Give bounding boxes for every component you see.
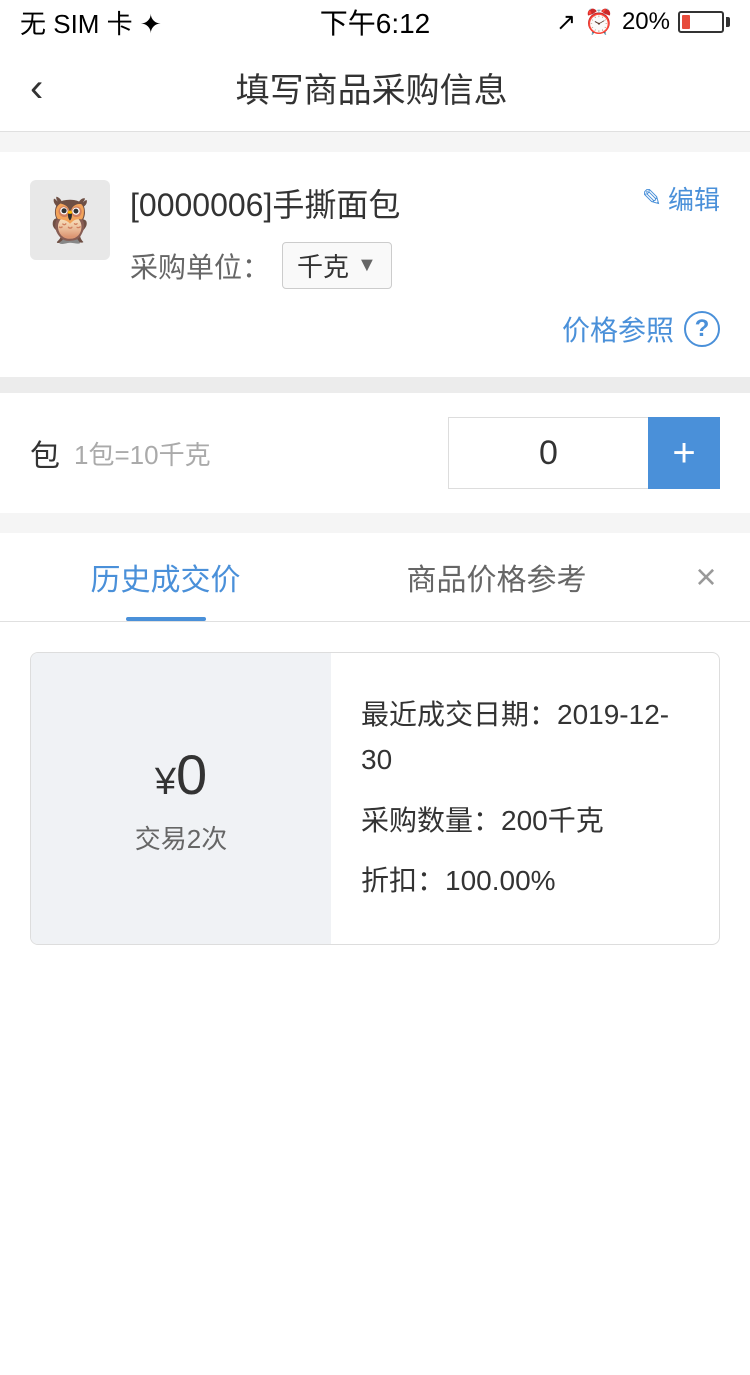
tabs-section: 历史成交价 商品价格参考 × ¥0 交易2次 最近成交日期：2019-12-30… (0, 533, 750, 975)
discount-value: 100.00% (445, 865, 556, 896)
status-time: 下午6:12 (320, 2, 431, 42)
price-card: ¥0 交易2次 最近成交日期：2019-12-30 采购数量：200千克 折扣：… (30, 652, 720, 945)
help-icon[interactable]: ? (684, 311, 720, 347)
quantity-unit-tag: 包 (30, 431, 60, 475)
unit-value: 千克 (297, 247, 349, 284)
battery-icon (678, 11, 730, 33)
discount-row: 折扣：100.00% (361, 859, 689, 904)
price-value: 0 (176, 743, 207, 806)
back-button[interactable]: ‹ (30, 68, 43, 108)
tab-history-price-label: 历史成交价 (91, 555, 241, 599)
tabs-close-button[interactable]: × (662, 533, 750, 621)
price-ref-link[interactable]: 价格参照 (562, 309, 674, 349)
quantity-detail-row: 采购数量：200千克 (361, 799, 689, 844)
product-logo-icon: 🦉 (43, 194, 98, 246)
product-section: 🦉 [0000006]手撕面包 采购单位： 千克 ▼ ✎ 编辑 价格参照 (0, 152, 750, 377)
unit-select[interactable]: 千克 ▼ (282, 242, 392, 289)
quantity-detail-label: 采购数量： (361, 805, 501, 836)
quantity-plus-button[interactable]: + (648, 417, 720, 489)
recent-date-label: 最近成交日期： (361, 699, 557, 730)
tab-underline (126, 617, 206, 621)
price-card-right: 最近成交日期：2019-12-30 采购数量：200千克 折扣：100.00% (331, 653, 719, 944)
dropdown-arrow-icon: ▼ (357, 254, 377, 277)
price-ref-row: 价格参照 ? (30, 309, 720, 349)
recent-date-row: 最近成交日期：2019-12-30 (361, 693, 689, 783)
trade-count: 交易2次 (135, 819, 227, 856)
quantity-row: 包 1包=10千克 + (0, 393, 750, 513)
unit-label: 采购单位： (130, 246, 270, 286)
status-left: 无 SIM 卡 ✦ (20, 4, 162, 41)
tab-product-price-ref-label: 商品价格参考 (407, 555, 587, 599)
quantity-left: 包 1包=10千克 (30, 431, 211, 475)
alarm-icon: ⏰ (584, 8, 614, 37)
sim-label: 无 SIM 卡 ✦ (20, 4, 162, 41)
product-left: 🦉 [0000006]手撕面包 采购单位： 千克 ▼ (30, 180, 400, 289)
price-card-left: ¥0 交易2次 (31, 653, 331, 944)
product-info: [0000006]手撕面包 采购单位： 千克 ▼ (130, 180, 400, 289)
location-icon: ↗ (556, 8, 576, 37)
quantity-right: + (448, 417, 720, 489)
product-unit-row: 采购单位： 千克 ▼ (130, 242, 400, 289)
edit-icon: ✎ (642, 184, 662, 213)
nav-bar: ‹ 填写商品采购信息 (0, 44, 750, 132)
product-header: 🦉 [0000006]手撕面包 采购单位： 千克 ▼ ✎ 编辑 (30, 180, 720, 289)
status-bar: 无 SIM 卡 ✦ 下午6:12 ↗ ⏰ 20% (0, 0, 750, 44)
tab-product-price-ref[interactable]: 商品价格参考 (331, 533, 662, 621)
tabs-header: 历史成交价 商品价格参考 × (0, 533, 750, 622)
product-thumbnail: 🦉 (30, 180, 110, 260)
price-card-container: ¥0 交易2次 最近成交日期：2019-12-30 采购数量：200千克 折扣：… (0, 622, 750, 975)
quantity-detail-value: 200千克 (501, 805, 604, 836)
quantity-hint: 1包=10千克 (74, 435, 211, 472)
currency-symbol: ¥ (155, 761, 176, 803)
battery-percent: 20% (622, 8, 670, 36)
tab-history-price[interactable]: 历史成交价 (0, 533, 331, 621)
quantity-input[interactable] (448, 417, 648, 489)
edit-button[interactable]: ✎ 编辑 (642, 180, 720, 217)
edit-label: 编辑 (668, 180, 720, 217)
price-amount: ¥0 (155, 742, 207, 807)
status-right: ↗ ⏰ 20% (556, 8, 730, 37)
bottom-area (0, 975, 750, 1375)
discount-label: 折扣： (361, 865, 445, 896)
page-title: 填写商品采购信息 (63, 63, 680, 112)
product-name: [0000006]手撕面包 (130, 180, 400, 226)
section-divider (0, 377, 750, 393)
